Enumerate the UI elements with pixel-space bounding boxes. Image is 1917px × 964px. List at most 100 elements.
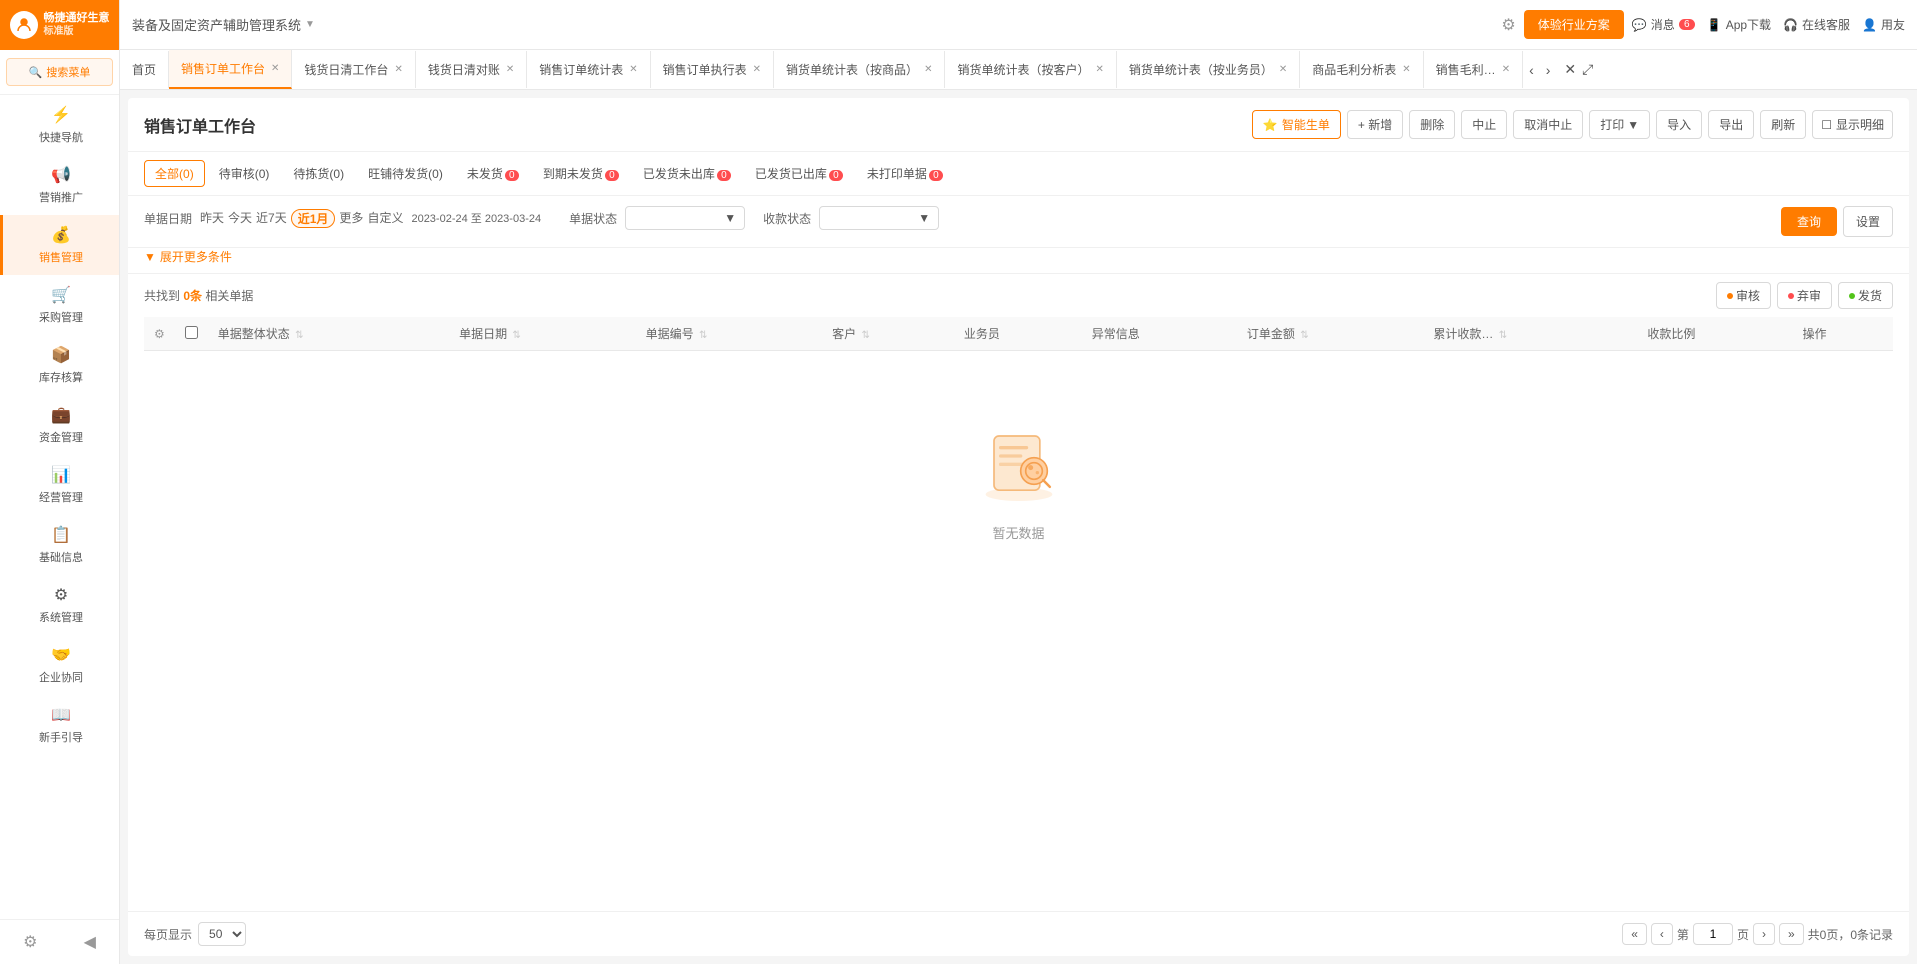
sub-tab-unprinted[interactable]: 未打印单据0 (857, 161, 953, 186)
tab-close-sales-exec[interactable]: ✕ (753, 64, 761, 75)
sidebar-item-management[interactable]: 📊 经营管理 (0, 455, 119, 515)
sub-tab-pending-pick[interactable]: 待拣货(0) (283, 161, 354, 186)
expand-more-button[interactable]: ▼ 展开更多条件 (144, 248, 1893, 265)
cancel-stop-button[interactable]: 取消中止 (1513, 110, 1583, 139)
filter-row: 单据日期 昨天 今天 近7天 近1月 更多 自定义 2023-02-24 至 2… (144, 206, 1765, 230)
checkbox-all[interactable] (185, 326, 198, 339)
status-select[interactable]: ▼ (625, 206, 745, 230)
sort-collected-icon[interactable]: ⇅ (1499, 330, 1507, 341)
sidebar-item-finance[interactable]: 💼 资金管理 (0, 395, 119, 455)
sidebar-item-basic-info[interactable]: 📋 基础信息 (0, 515, 119, 575)
date-custom[interactable]: 自定义 (367, 209, 403, 228)
page-size-select[interactable]: 50 (198, 922, 246, 946)
tab-close-sales-stats[interactable]: ✕ (629, 64, 637, 75)
sub-tab-wangpu[interactable]: 旺铺待发货(0) (358, 161, 453, 186)
date-today[interactable]: 今天 (228, 209, 252, 228)
sidebar-item-enterprise[interactable]: 🤝 企业协同 (0, 635, 119, 695)
quick-review-button[interactable]: 审核 (1716, 282, 1771, 309)
stop-button[interactable]: 中止 (1461, 110, 1507, 139)
add-button[interactable]: + 新增 (1347, 110, 1403, 139)
tab-sales-stats[interactable]: 销售订单统计表 ✕ (527, 51, 650, 88)
page-size-area: 每页显示 50 (144, 922, 246, 946)
sidebar-item-inventory[interactable]: 📦 库存核算 (0, 335, 119, 395)
tab-close-sales-customer[interactable]: ✕ (1095, 64, 1103, 75)
last-page-button[interactable]: » (1779, 923, 1804, 945)
select-all-checkbox[interactable] (175, 317, 208, 351)
sidebar-item-tutorial[interactable]: 📖 新手引导 (0, 695, 119, 755)
tab-home[interactable]: 首页 (120, 51, 169, 88)
first-page-button[interactable]: « (1622, 923, 1647, 945)
tab-sales-workbench[interactable]: 销售订单工作台 ✕ (169, 50, 292, 89)
tab-cash-daily[interactable]: 钱货日清工作台 ✕ (292, 51, 415, 88)
show-detail-checkbox[interactable]: ☐ 显示明细 (1812, 110, 1893, 139)
message-button[interactable]: 💬 消息 6 (1632, 16, 1695, 33)
tab-sales-customer[interactable]: 销货单统计表（按客户） ✕ (945, 51, 1116, 88)
tab-close-sales-margin[interactable]: ✕ (1502, 64, 1510, 75)
page-number-input[interactable] (1693, 923, 1733, 945)
tab-cash-reconcile[interactable]: 钱货日清对账 ✕ (416, 51, 527, 88)
sort-date-icon[interactable]: ⇅ (512, 330, 520, 341)
quick-ship-button[interactable]: 发货 (1838, 282, 1893, 309)
tab-close-sales-workbench[interactable]: ✕ (271, 63, 279, 74)
tab-close-cash-reconcile[interactable]: ✕ (506, 64, 514, 75)
date-yesterday[interactable]: 昨天 (200, 209, 224, 228)
tab-nav-next[interactable]: › (1540, 54, 1557, 86)
refresh-button[interactable]: 刷新 (1760, 110, 1806, 139)
col-staff: 业务员 (954, 317, 1082, 351)
tab-close-current[interactable]: ✕ (1562, 59, 1578, 80)
settings-bottom-icon[interactable]: ⚙ (15, 928, 45, 956)
sidebar-item-sales[interactable]: 💰 销售管理 (0, 215, 119, 275)
sub-tab-overdue-unshipped[interactable]: 到期未发货0 (533, 161, 629, 186)
tab-sales-exec[interactable]: 销售订单执行表 ✕ (651, 51, 774, 88)
date-7days[interactable]: 近7天 (256, 209, 287, 228)
table-wrap: ⚙ 单据整体状态 ⇅ 单据日期 ⇅ 单据编号 (128, 317, 1909, 911)
tab-maximize[interactable]: ⤢ (1580, 59, 1595, 80)
tab-nav-prev[interactable]: ‹ (1523, 54, 1540, 86)
topbar-settings-icon[interactable]: ⚙ (1501, 15, 1515, 35)
search-menu-button[interactable]: 🔍 搜索菜单 (6, 58, 113, 86)
date-1month[interactable]: 近1月 (291, 209, 336, 228)
sidebar-item-system[interactable]: ⚙ 系统管理 (0, 575, 119, 635)
query-button[interactable]: 查询 (1781, 207, 1837, 236)
export-button[interactable]: 导出 (1708, 110, 1754, 139)
prev-page-button[interactable]: ‹ (1651, 923, 1673, 945)
payment-select[interactable]: ▼ (819, 206, 939, 230)
date-more[interactable]: 更多 (339, 209, 363, 228)
col-date: 单据日期 ⇅ (449, 317, 636, 351)
sub-tab-shipped-out-pending[interactable]: 已发货未出库0 (633, 161, 741, 186)
tab-close-cash-daily[interactable]: ✕ (394, 64, 402, 75)
title-dropdown-arrow[interactable]: ▼ (305, 19, 315, 30)
print-button[interactable]: 打印 ▼ (1589, 110, 1650, 139)
tab-close-margin-analysis[interactable]: ✕ (1402, 64, 1410, 75)
delete-button[interactable]: 删除 (1409, 110, 1455, 139)
tab-sales-staff[interactable]: 销货单统计表（按业务员） ✕ (1117, 51, 1300, 88)
industry-solution-button[interactable]: 体验行业方案 (1524, 10, 1624, 39)
sub-tab-all[interactable]: 全部(0) (144, 160, 205, 187)
sort-amount-icon[interactable]: ⇅ (1300, 330, 1308, 341)
sidebar-item-purchase[interactable]: 🛒 采购管理 (0, 275, 119, 335)
app-download-button[interactable]: 📱 App下载 (1707, 16, 1771, 33)
collapse-icon[interactable]: ◀ (76, 928, 104, 956)
next-page-button[interactable]: › (1753, 923, 1775, 945)
sort-number-icon[interactable]: ⇅ (699, 330, 707, 341)
sidebar-item-marketing[interactable]: 📢 营销推广 (0, 155, 119, 215)
tab-close-sales-staff[interactable]: ✕ (1279, 64, 1287, 75)
online-service-button[interactable]: 🎧 在线客服 (1783, 16, 1850, 33)
tab-sales-goods[interactable]: 销货单统计表（按商品） ✕ (774, 51, 945, 88)
sort-customer-icon[interactable]: ⇅ (861, 330, 869, 341)
tab-margin-analysis[interactable]: 商品毛利分析表 ✕ (1300, 51, 1423, 88)
sub-tab-unshipped[interactable]: 未发货0 (457, 161, 529, 186)
quick-reject-button[interactable]: 弃审 (1777, 282, 1832, 309)
smart-create-button[interactable]: ⭐ 智能生单 (1252, 110, 1341, 139)
import-button[interactable]: 导入 (1656, 110, 1702, 139)
tab-close-sales-goods[interactable]: ✕ (924, 64, 932, 75)
sub-tab-pending-review[interactable]: 待审核(0) (209, 161, 280, 186)
date-range-display: 2023-02-24 至 2023-03-24 (411, 210, 541, 226)
user-menu-button[interactable]: 👤 用友 (1862, 16, 1905, 33)
set-button[interactable]: 设置 (1843, 206, 1893, 237)
sidebar-item-quick-nav[interactable]: ⚡ 快捷导航 (0, 95, 119, 155)
sub-tab-shipped-out-done[interactable]: 已发货已出库0 (745, 161, 853, 186)
tab-sales-margin[interactable]: 销售毛利… ✕ (1424, 51, 1523, 88)
table-settings-column[interactable]: ⚙ (144, 317, 175, 351)
sort-status-icon[interactable]: ⇅ (295, 330, 303, 341)
